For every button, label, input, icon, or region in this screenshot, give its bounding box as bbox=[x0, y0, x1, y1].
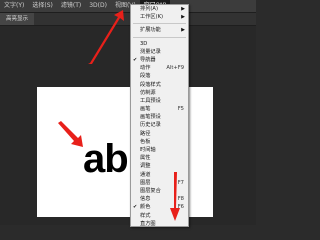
document-text: ab bbox=[83, 137, 129, 181]
window-menu-item-label: 图层 bbox=[140, 179, 151, 186]
window-menu-item-label: 样式 bbox=[140, 212, 151, 219]
window-menu-item[interactable]: 路径 bbox=[131, 130, 188, 138]
menu-select[interactable]: 选择(S) bbox=[28, 0, 57, 12]
window-menu-item-label: 测量记录 bbox=[140, 48, 161, 55]
window-menu-item-label: 动作 bbox=[140, 65, 151, 72]
window-menu-item[interactable]: 时间轴 bbox=[131, 146, 188, 154]
window-menu-item[interactable]: 仿制源 bbox=[131, 89, 188, 97]
window-menu-item-label: 工作区(K) bbox=[140, 14, 164, 21]
window-menu-item[interactable]: 3D bbox=[131, 40, 188, 48]
window-menu-item-label: 颜色 bbox=[140, 204, 151, 211]
window-menu-item-label: 排列(A) bbox=[140, 6, 158, 12]
window-menu-item-label: 历史记录 bbox=[140, 122, 161, 129]
window-menu-item[interactable]: 段落 bbox=[131, 72, 188, 80]
menu-filter[interactable]: 滤镜(T) bbox=[57, 0, 85, 12]
menu-bar: 文字(Y) 选择(S) 滤镜(T) 3D(D) 视图(V) 窗口(W) bbox=[0, 0, 256, 13]
arrow-to-window-menu-icon bbox=[88, 10, 124, 64]
menu-shortcut: Alt+F9 bbox=[166, 65, 184, 72]
window-menu-item-label: 调整 bbox=[140, 163, 151, 170]
window-menu-item[interactable]: ✔ 导航器 bbox=[131, 56, 188, 64]
window-menu-item[interactable]: 工具预设 bbox=[131, 97, 188, 105]
window-menu-item-label: 画笔预设 bbox=[140, 114, 161, 121]
window-menu-item-label: 导航器 bbox=[140, 56, 156, 63]
window-menu-item-label: 色板 bbox=[140, 138, 151, 145]
menu-type[interactable]: 文字(Y) bbox=[0, 0, 28, 12]
window-menu-item[interactable]: 测量记录 bbox=[131, 48, 188, 56]
arrow-to-histogram-icon bbox=[170, 172, 180, 221]
window-menu-item[interactable]: 工作区(K) ▶ bbox=[131, 13, 188, 21]
window-menu-item-label: 工具预设 bbox=[140, 97, 161, 104]
checkmark-icon: ✔ bbox=[133, 204, 138, 211]
submenu-arrow-icon: ▶ bbox=[181, 6, 185, 12]
window-menu-item[interactable]: 历史记录 bbox=[131, 121, 188, 129]
arrow-to-text-icon bbox=[58, 121, 83, 147]
window-menu-item-label: 信息 bbox=[140, 196, 151, 203]
window-menu-item-label: 通道 bbox=[140, 171, 151, 178]
window-menu-item[interactable]: 扩展功能 ▶ bbox=[131, 26, 188, 34]
document-tab-bar: 高亮显示 bbox=[0, 13, 256, 26]
checkmark-icon: ✔ bbox=[133, 56, 138, 63]
window-menu-item-label: 路径 bbox=[140, 130, 151, 137]
window-menu-item-label: 画笔 bbox=[140, 106, 151, 113]
window-menu-item-label: 仿制源 bbox=[140, 89, 156, 96]
menu-separator bbox=[133, 23, 186, 25]
window-menu-item-label: 段落样式 bbox=[140, 81, 161, 88]
window-menu-item-label: 段落 bbox=[140, 73, 151, 80]
window-menu-item[interactable]: 段落样式 bbox=[131, 81, 188, 89]
window-menu-item[interactable]: 色板 bbox=[131, 138, 188, 146]
window-menu-item[interactable]: 排列(A) ▶ bbox=[131, 5, 188, 13]
window-menu-item[interactable]: 属性 bbox=[131, 154, 188, 162]
document-tab[interactable]: 高亮显示 bbox=[0, 13, 35, 25]
window-menu-item-label: 属性 bbox=[140, 155, 151, 162]
menu-separator bbox=[133, 36, 186, 38]
window-menu-item[interactable]: 画笔 F5 bbox=[131, 105, 188, 113]
window-menu-item-label: 3D bbox=[140, 40, 148, 47]
window-menu-item-label: 直方图 bbox=[140, 220, 156, 227]
menu-shortcut: F5 bbox=[177, 106, 184, 113]
submenu-arrow-icon: ▶ bbox=[181, 14, 185, 21]
submenu-arrow-icon: ▶ bbox=[181, 27, 185, 34]
window-menu-item-label: 扩展功能 bbox=[140, 27, 161, 34]
window-menu-item[interactable]: 画笔预设 bbox=[131, 113, 188, 121]
window-menu-item-label: 时间轴 bbox=[140, 147, 156, 153]
window-menu-item[interactable]: 动作 Alt+F9 bbox=[131, 64, 188, 72]
window-menu-item-label: 图层复合 bbox=[140, 187, 161, 194]
